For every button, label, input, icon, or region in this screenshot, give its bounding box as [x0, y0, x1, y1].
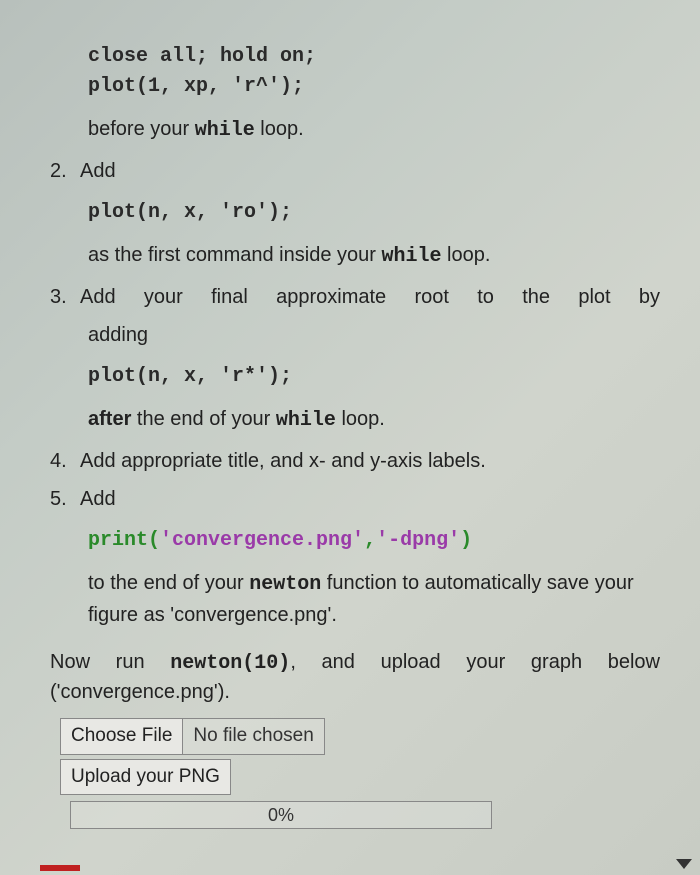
red-marker	[40, 865, 80, 871]
scroll-down-icon[interactable]	[676, 859, 692, 869]
outro-text: Now run newton(10), and upload your grap…	[50, 648, 660, 706]
instruction-text: after the end of your while loop.	[88, 404, 660, 436]
list-item-5: 5. Add	[50, 484, 660, 514]
item-number: 4.	[50, 446, 80, 476]
item-number: 3.	[50, 282, 80, 312]
item-number: 2.	[50, 156, 80, 186]
file-chosen-label: No file chosen	[183, 718, 324, 755]
upload-area: Choose File No file chosen Upload your P…	[60, 718, 660, 829]
item-text: Add	[80, 484, 660, 514]
code-block-5: print('convergence.png','-dpng')	[88, 526, 660, 556]
file-chooser-row: Choose File No file chosen	[60, 718, 660, 755]
item-text-cont: adding	[88, 320, 660, 350]
choose-file-button[interactable]: Choose File	[60, 718, 183, 755]
code-block-3: plot(n, x, 'r*');	[88, 362, 660, 392]
document-page: close all; hold on; plot(1, xp, 'r^'); b…	[0, 0, 700, 849]
upload-progress-bar: 0%	[70, 801, 492, 829]
list-item-3: 3. Add your final approximate root to th…	[50, 282, 660, 312]
instruction-text: as the first command inside your while l…	[88, 240, 660, 272]
item-text: Add your final approximate root to the p…	[80, 282, 660, 312]
code-block-2: plot(n, x, 'ro');	[88, 198, 660, 228]
code-line: plot(1, xp, 'r^');	[88, 72, 660, 102]
code-block-1: close all; hold on; plot(1, xp, 'r^');	[88, 42, 660, 102]
item-text: Add	[80, 156, 660, 186]
upload-png-button[interactable]: Upload your PNG	[60, 759, 231, 796]
list-item-2: 2. Add	[50, 156, 660, 186]
code-line: close all; hold on;	[88, 42, 660, 72]
progress-label: 0%	[268, 802, 294, 829]
list-item-4: 4. Add appropriate title, and x- and y-a…	[50, 446, 660, 476]
instruction-text: before your while loop.	[88, 114, 660, 146]
instruction-text: to the end of your newton function to au…	[88, 568, 660, 630]
item-text: Add appropriate title, and x- and y-axis…	[80, 446, 660, 476]
item-number: 5.	[50, 484, 80, 514]
